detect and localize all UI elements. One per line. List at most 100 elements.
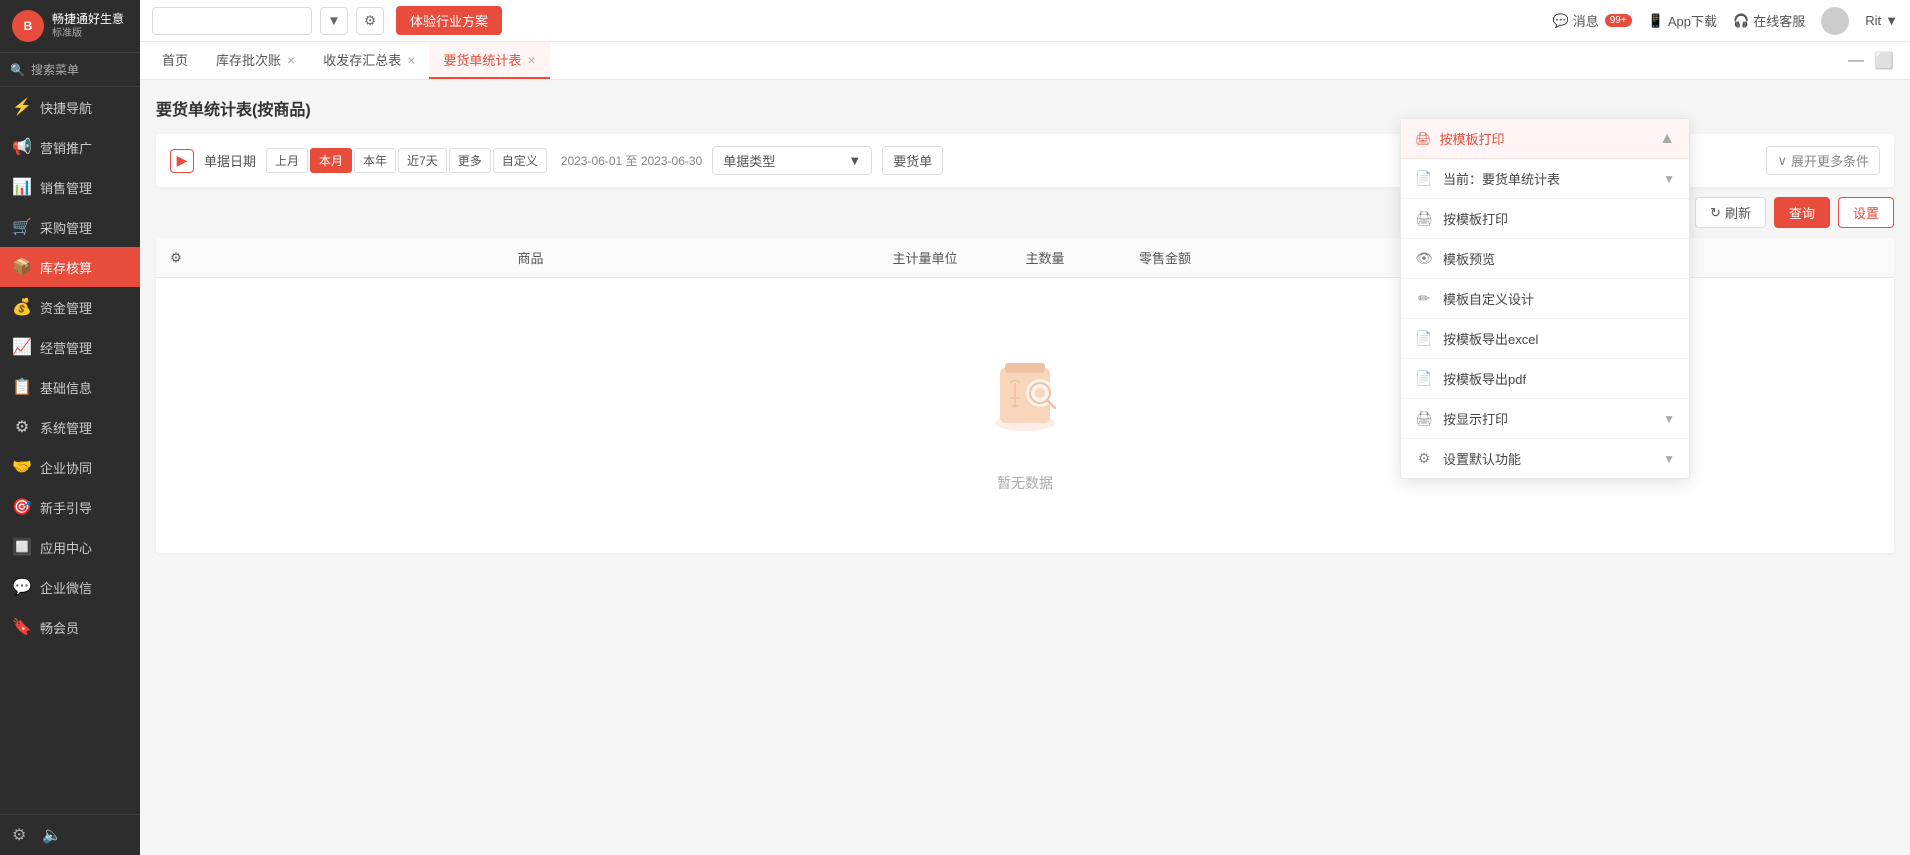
print-dropdown-menu: 🖨 按模板打印 ▲ 📄 当前：要货单统计表 ▼ 🖨 按模板打印 👁 模板预览 — [1400, 118, 1690, 479]
date-period-btns: 上月 本月 本年 近7天 更多 自定义 — [266, 148, 547, 173]
query-label: 查询 — [1789, 203, 1815, 222]
date-btn-more[interactable]: 更多 — [449, 148, 491, 173]
sidebar-item-appstore[interactable]: 🔲 应用中心 — [0, 527, 140, 567]
message-btn[interactable]: 💬 消息 99+ — [1553, 11, 1632, 30]
tab-home-label: 首页 — [162, 50, 188, 69]
filter-expand-btn[interactable]: ▶ — [170, 149, 194, 173]
date-btn-last-month[interactable]: 上月 — [266, 148, 308, 173]
marketing-icon: 📢 — [12, 137, 32, 157]
avatar[interactable] — [1821, 7, 1849, 35]
wxwork-icon: 💬 — [12, 577, 32, 597]
sidebar-item-system[interactable]: ⚙ 系统管理 — [0, 407, 140, 447]
sidebar-item-business[interactable]: 📈 经营管理 — [0, 327, 140, 367]
display-print-label: 按显示打印 — [1443, 409, 1508, 428]
page-content: 要货单统计表(按商品) ▶ 单据日期 上月 本月 本年 近7天 更多 自定义 2… — [140, 80, 1910, 855]
query-btn[interactable]: 查询 — [1774, 197, 1830, 228]
date-btn-this-month[interactable]: 本月 — [310, 148, 352, 173]
dropdown-item-export-pdf[interactable]: 📄 按模板导出pdf — [1401, 359, 1689, 399]
system-icon: ⚙ — [12, 417, 32, 437]
sidebar-item-label: 采购管理 — [40, 218, 92, 237]
collab-icon: 🤝 — [12, 457, 32, 477]
topbar: ▼ ⚙ 体验行业方案 💬 消息 99+ 📱 App下载 🎧 在线客服 Rit ▼ — [140, 0, 1910, 42]
sidebar-search[interactable]: 🔍 搜索菜单 — [0, 53, 140, 87]
settings-footer-icon[interactable]: ⚙ — [12, 825, 26, 845]
tab-inventory-batch[interactable]: 库存批次账 × — [202, 42, 309, 79]
th-settings[interactable]: ⚙ — [156, 248, 196, 267]
tab-order-stats-close[interactable]: × — [527, 53, 535, 67]
sidebar-item-sales[interactable]: 📊 销售管理 — [0, 167, 140, 207]
username-display[interactable]: Rit ▼ — [1865, 13, 1898, 28]
sidebar-item-purchase[interactable]: 🛒 采购管理 — [0, 207, 140, 247]
template-print-icon: 🖨 — [1415, 210, 1433, 227]
filter-type-label: 单据类型 — [723, 151, 775, 170]
display-print-icon: 🖨 — [1415, 410, 1433, 427]
topbar-gear-button[interactable]: ⚙ — [356, 7, 384, 35]
current-label: 当前：要货单统计表 — [1443, 169, 1560, 188]
dropdown-item-default-fn[interactable]: ⚙ 设置默认功能 ▼ — [1401, 439, 1689, 478]
topbar-search-input[interactable] — [152, 7, 312, 35]
dropdown-item-export-excel[interactable]: 📄 按模板导出excel — [1401, 319, 1689, 359]
tab-home[interactable]: 首页 — [148, 42, 202, 79]
dropdown-item-template-print[interactable]: 🖨 按模板打印 — [1401, 199, 1689, 239]
sidebar-item-label: 畅会员 — [40, 618, 79, 637]
volume-icon[interactable]: 🔈 — [42, 825, 62, 845]
settings-btn[interactable]: 设置 — [1838, 197, 1894, 228]
filter-goods-select[interactable]: 要货单 — [882, 146, 943, 175]
purchase-icon: 🛒 — [12, 217, 32, 237]
date-btn-custom[interactable]: 自定义 — [493, 148, 547, 173]
tab-minimize-btn[interactable]: — — [1846, 51, 1866, 71]
sidebar-item-inventory[interactable]: 📦 库存核算 — [0, 247, 140, 287]
date-btn-7days[interactable]: 近7天 — [398, 148, 447, 173]
empty-icon — [975, 338, 1075, 457]
expand-more-btn[interactable]: ∨ 展开更多条件 — [1766, 146, 1880, 175]
dropdown-item-current[interactable]: 📄 当前：要货单统计表 ▼ — [1401, 159, 1689, 199]
dropdown-header: 🖨 按模板打印 ▲ — [1401, 119, 1689, 159]
search-icon: 🔍 — [10, 63, 25, 77]
online-service-btn[interactable]: 🎧 在线客服 — [1733, 11, 1805, 30]
tab-maximize-btn[interactable]: ⬜ — [1874, 51, 1894, 71]
dropdown-item-template-preview[interactable]: 👁 模板预览 — [1401, 239, 1689, 279]
th-goods: 商品 — [196, 248, 865, 267]
th-qty: 主数量 — [985, 248, 1105, 267]
sidebar-item-vip[interactable]: 🔖 畅会员 — [0, 607, 140, 647]
filter-type-select[interactable]: 单据类型 ▼ — [712, 146, 872, 175]
sidebar-item-label: 销售管理 — [40, 178, 92, 197]
quick-nav-icon: ⚡ — [12, 97, 32, 117]
sidebar-item-finance[interactable]: 💰 资金管理 — [0, 287, 140, 327]
default-fn-label: 设置默认功能 — [1443, 449, 1521, 468]
sidebar-item-quick-nav[interactable]: ⚡ 快捷导航 — [0, 87, 140, 127]
tab-order-stats[interactable]: 要货单统计表 × — [429, 42, 549, 79]
settings-label: 设置 — [1853, 203, 1879, 222]
sidebar-item-collab[interactable]: 🤝 企业协同 — [0, 447, 140, 487]
message-badge: 99+ — [1605, 14, 1632, 27]
date-range-text: 2023-06-01 至 2023-06-30 — [561, 152, 702, 169]
dropdown-item-display-print[interactable]: 🖨 按显示打印 ▼ — [1401, 399, 1689, 439]
sidebar-item-label: 系统管理 — [40, 418, 92, 437]
sidebar-item-wxwork[interactable]: 💬 企业微信 — [0, 567, 140, 607]
sidebar-item-label: 企业微信 — [40, 578, 92, 597]
appstore-icon: 🔲 — [12, 537, 32, 557]
sidebar-item-basic[interactable]: 📋 基础信息 — [0, 367, 140, 407]
refresh-btn[interactable]: ↻ 刷新 — [1695, 197, 1766, 228]
sidebar-item-marketing[interactable]: 📢 营销推广 — [0, 127, 140, 167]
dropdown-item-template-design[interactable]: ✏ 模板自定义设计 — [1401, 279, 1689, 319]
date-btn-this-year[interactable]: 本年 — [354, 148, 396, 173]
sidebar-item-guide[interactable]: 🎯 新手引导 — [0, 487, 140, 527]
sidebar-item-label: 基础信息 — [40, 378, 92, 397]
sidebar-logo: B 畅捷通好生意 标准版 — [0, 0, 140, 53]
sidebar-item-label: 营销推广 — [40, 138, 92, 157]
finance-icon: 💰 — [12, 297, 32, 317]
inventory-icon: 📦 — [12, 257, 32, 277]
download-icon: 📱 — [1648, 13, 1664, 29]
topbar-dropdown-button[interactable]: ▼ — [320, 7, 348, 35]
main-area: ▼ ⚙ 体验行业方案 💬 消息 99+ 📱 App下载 🎧 在线客服 Rit ▼ — [140, 0, 1910, 855]
sidebar: B 畅捷通好生意 标准版 🔍 搜索菜单 ⚡ 快捷导航 📢 营销推广 📊 销售管理… — [0, 0, 140, 855]
app-download-btn[interactable]: 📱 App下载 — [1648, 11, 1717, 30]
tab-collection-summary-close[interactable]: × — [407, 53, 415, 67]
industry-btn[interactable]: 体验行业方案 — [396, 6, 502, 35]
dropdown-close-btn[interactable]: ▲ — [1659, 130, 1675, 148]
tab-collection-summary-label: 收发存汇总表 — [323, 50, 401, 69]
tab-collection-summary[interactable]: 收发存汇总表 × — [309, 42, 429, 79]
tab-inventory-batch-close[interactable]: × — [287, 53, 295, 67]
chevron-down-icon: ▼ — [848, 153, 861, 168]
